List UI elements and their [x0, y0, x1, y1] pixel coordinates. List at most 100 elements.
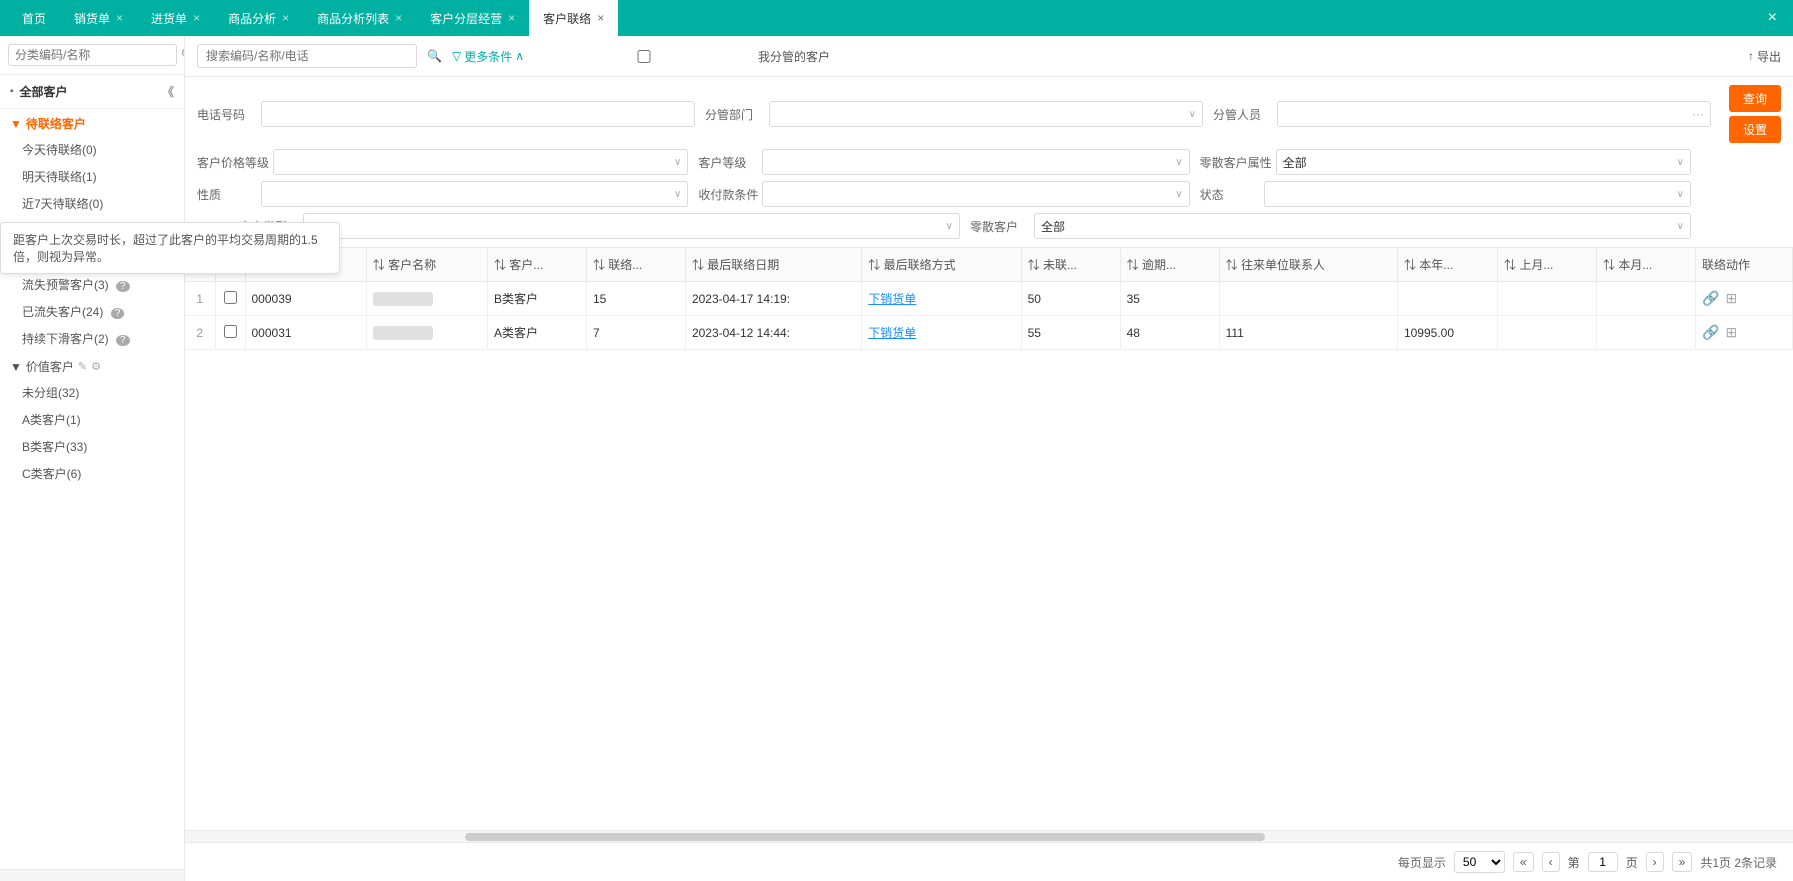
advanced-filters: 电话号码 分管部门 ∨ 分管人员 ··· 查询 设置: [185, 77, 1793, 248]
export-button[interactable]: ↑ 导出: [1748, 48, 1781, 65]
row-checkbox-cell[interactable]: [215, 316, 245, 350]
last-contact-method-cell[interactable]: 下销货单: [862, 282, 1021, 316]
settings-button[interactable]: 设置: [1729, 116, 1781, 143]
more-action-icon[interactable]: ⊞: [1725, 324, 1737, 341]
sidebar-scrollbar[interactable]: [0, 869, 184, 881]
next-page-button[interactable]: ›: [1646, 852, 1664, 872]
more-action-icon[interactable]: ⊞: [1725, 290, 1737, 307]
customer-type-select[interactable]: ∨: [303, 213, 960, 239]
query-button[interactable]: 查询: [1729, 85, 1781, 112]
page-number-input[interactable]: [1588, 852, 1618, 872]
nav-close-active-icon[interactable]: ×: [597, 11, 604, 25]
sidebar-item-declining[interactable]: 持续下滑客户(2) ?: [0, 325, 184, 352]
overdue-cell: 35: [1120, 282, 1219, 316]
nav-sales-order[interactable]: 销货单 ×: [60, 0, 137, 36]
last-contact-method-col-header[interactable]: ⇅ 最后联络方式: [862, 248, 1021, 282]
per-page-select[interactable]: 50 20 100: [1454, 851, 1505, 873]
contact-method-link[interactable]: 下销货单: [868, 292, 916, 306]
nav-product-analysis[interactable]: 商品分析 ×: [214, 0, 303, 36]
table-area[interactable]: ⚙ ⇅ 客户编码 ⇅ 客户名称 ⇅ 客户...: [185, 248, 1793, 830]
sidebar-item-ungrouped[interactable]: 未分组(32): [0, 379, 184, 406]
nav-close-icon[interactable]: ×: [116, 11, 123, 25]
last-contact-method-cell[interactable]: 下销货单: [862, 316, 1021, 350]
gender-field: 性质 ∨: [197, 181, 688, 207]
last-month-col-header[interactable]: ⇅ 上月...: [1498, 248, 1597, 282]
overdue-col-header[interactable]: ⇅ 逾期...: [1120, 248, 1219, 282]
level-col-header[interactable]: ⇅ 客户...: [487, 248, 586, 282]
sidebar-search-input[interactable]: [8, 44, 177, 66]
sort-icon: ⇅: [1504, 258, 1516, 272]
sidebar-item-loss-warning[interactable]: 流失预警客户(3) ?: [0, 271, 184, 298]
settings-icon[interactable]: ⚙: [91, 360, 101, 373]
contact-method-link[interactable]: 下销货单: [868, 326, 916, 340]
my-customers-checkbox[interactable]: [534, 50, 754, 63]
sidebar-item-today[interactable]: 今天待联络(0): [0, 136, 184, 163]
nav-home[interactable]: 首页: [8, 0, 60, 36]
nav-close-icon[interactable]: ×: [508, 11, 515, 25]
sidebar-group-pending-contact[interactable]: ▼ 待联络客户: [0, 109, 184, 136]
sidebar-item-b-class[interactable]: B类客户(33): [0, 433, 184, 460]
this-year-col-header[interactable]: ⇅ 本年...: [1397, 248, 1497, 282]
sidebar-item-c-class[interactable]: C类客户(6): [0, 460, 184, 487]
filter-icon: ▽: [452, 49, 461, 63]
prev-page-button[interactable]: ‹: [1542, 852, 1560, 872]
more-conditions-button[interactable]: ▽ 更多条件 ∧: [452, 48, 524, 65]
nav-close-icon[interactable]: ×: [282, 11, 289, 25]
nav-customer-segmentation[interactable]: 客户分层经营 ×: [416, 0, 529, 36]
price-level-select[interactable]: ∨: [273, 149, 688, 175]
collapse-sidebar-icon[interactable]: 《: [162, 83, 174, 100]
contact-icon[interactable]: 🔗: [1702, 290, 1719, 307]
contact-icon[interactable]: 🔗: [1702, 324, 1719, 341]
sidebar-item-lost-customers[interactable]: 已流失客户(24) ?: [0, 298, 184, 325]
scrollbar-thumb[interactable]: [465, 833, 1265, 841]
customer-level-select[interactable]: ∨: [762, 149, 1189, 175]
my-customers-checkbox-label[interactable]: 我分管的客户: [534, 48, 830, 65]
row-checkbox-cell[interactable]: [215, 282, 245, 316]
customer-code-cell: 000039: [245, 282, 366, 316]
contact-count-col-header[interactable]: ⇅ 联络...: [586, 248, 685, 282]
window-close-button[interactable]: ×: [1760, 9, 1785, 27]
uncontacted-cell: 50: [1021, 282, 1120, 316]
all-customers-header[interactable]: ▪ 全部客户 《: [0, 75, 184, 109]
nav-product-analysis-list[interactable]: 商品分析列表 ×: [303, 0, 416, 36]
nav-close-icon[interactable]: ×: [395, 11, 402, 25]
retail-customer-field: 零散客户 全部 ∨: [970, 213, 1691, 239]
sidebar-item-a-class[interactable]: A类客户(1): [0, 406, 184, 433]
retail-attr-select[interactable]: 全部 ∨: [1276, 149, 1691, 175]
this-month-col-header[interactable]: ⇅ 本月...: [1597, 248, 1696, 282]
search-button[interactable]: 🔍: [427, 49, 442, 63]
page-unit: 页: [1626, 854, 1638, 871]
manager-select[interactable]: ···: [1277, 101, 1711, 127]
this-year-cell: [1397, 282, 1497, 316]
last-contact-date-cell: 2023-04-17 14:19:: [685, 282, 861, 316]
phone-input[interactable]: [261, 101, 695, 127]
uncontacted-col-header[interactable]: ⇅ 未联...: [1021, 248, 1120, 282]
gender-select[interactable]: ∨: [261, 181, 688, 207]
company-contact-col-header[interactable]: ⇅ 往来单位联系人: [1219, 248, 1397, 282]
nav-close-icon[interactable]: ×: [193, 11, 200, 25]
more-icon[interactable]: ···: [1692, 107, 1704, 121]
retail-customer-select[interactable]: 全部 ∨: [1034, 213, 1691, 239]
horizontal-scrollbar[interactable]: [185, 830, 1793, 842]
page-label: 第: [1568, 854, 1580, 871]
edit-icon[interactable]: ✎: [78, 360, 87, 373]
name-col-header[interactable]: ⇅ 客户名称: [366, 248, 487, 282]
payment-select[interactable]: ∨: [762, 181, 1189, 207]
status-select[interactable]: ∨: [1264, 181, 1691, 207]
row-checkbox[interactable]: [224, 325, 237, 338]
company-contact-cell: [1219, 282, 1397, 316]
customer-name-cell: [366, 282, 487, 316]
nav-customer-contact[interactable]: 客户联络 ×: [529, 0, 618, 36]
chevron-down-icon: ∨: [1677, 157, 1684, 168]
search-input[interactable]: [197, 44, 417, 68]
department-select[interactable]: ∨: [769, 101, 1203, 127]
sidebar-item-7days[interactable]: 近7天待联络(0): [0, 190, 184, 217]
sidebar-group-value-customers[interactable]: ▼ 价值客户 ✎ ⚙: [0, 352, 184, 379]
sidebar-item-tomorrow[interactable]: 明天待联络(1): [0, 163, 184, 190]
row-checkbox[interactable]: [224, 291, 237, 304]
last-page-button[interactable]: »: [1672, 852, 1693, 872]
nav-purchase-order[interactable]: 进货单 ×: [137, 0, 214, 36]
first-page-button[interactable]: «: [1513, 852, 1534, 872]
last-contact-date-col-header[interactable]: ⇅ 最后联络日期: [685, 248, 861, 282]
chevron-up-icon: ∧: [515, 49, 524, 63]
